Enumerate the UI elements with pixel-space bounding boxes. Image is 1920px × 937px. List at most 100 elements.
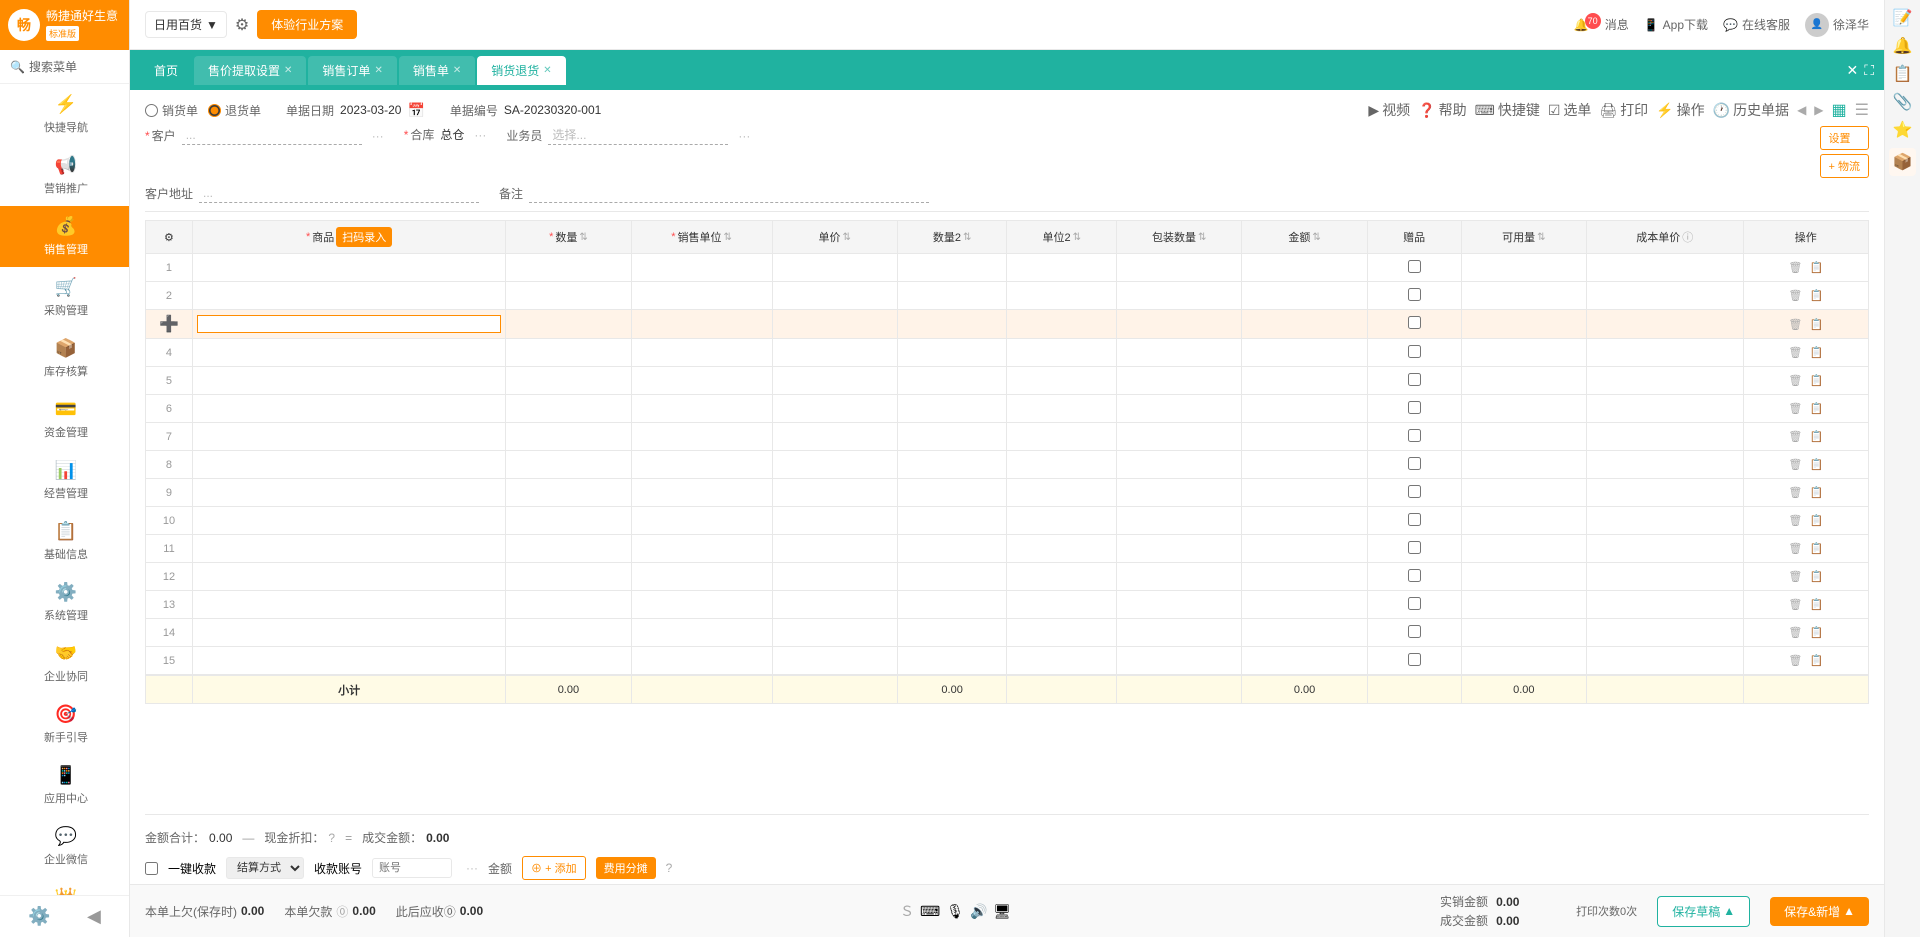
settings-side-btn[interactable]: 设置 — [1820, 126, 1869, 150]
pack-qty-cell[interactable] — [1117, 282, 1242, 310]
qty2-cell[interactable] — [897, 395, 1007, 423]
gift-checkbox[interactable] — [1408, 260, 1421, 273]
cost-price-cell[interactable] — [1586, 647, 1743, 675]
unit-cell[interactable] — [631, 310, 772, 339]
qty-cell[interactable] — [506, 423, 631, 451]
price-cell[interactable] — [772, 479, 897, 507]
sidebar-item-system[interactable]: ⚙️ 系统管理 — [0, 572, 129, 633]
unit-cell[interactable] — [631, 367, 772, 395]
sale-bill-radio[interactable]: 销货单 — [145, 102, 198, 119]
sidebar-item-basic[interactable]: 📋 基础信息 — [0, 511, 129, 572]
sidebar-item-member[interactable]: 👑 畅会员 — [0, 877, 129, 895]
product-cell[interactable] — [192, 367, 505, 395]
amount-cell[interactable] — [1242, 591, 1367, 619]
available-cell[interactable] — [1461, 423, 1586, 451]
price-cell[interactable] — [772, 423, 897, 451]
qty-cell[interactable] — [506, 507, 631, 535]
price-cell[interactable] — [772, 310, 897, 339]
copy-icon[interactable]: 📋 — [1809, 459, 1823, 471]
product-input[interactable] — [197, 315, 501, 333]
gift-cell[interactable] — [1367, 535, 1461, 563]
available-cell[interactable] — [1461, 535, 1586, 563]
sort-icon[interactable]: ⇅ — [723, 232, 731, 243]
price-cell[interactable] — [772, 451, 897, 479]
gift-cell[interactable] — [1367, 254, 1461, 282]
pack-qty-cell[interactable] — [1117, 479, 1242, 507]
copy-icon[interactable]: 📋 — [1809, 599, 1823, 611]
amount-cell[interactable] — [1242, 254, 1367, 282]
copy-icon[interactable]: 📋 — [1809, 375, 1823, 387]
pack-qty-cell[interactable] — [1117, 535, 1242, 563]
delete-icon[interactable]: 🗑 — [1788, 487, 1802, 499]
tab-home[interactable]: 首页 — [140, 56, 192, 85]
experience-btn[interactable]: 体验行业方案 — [257, 10, 357, 39]
unit2-cell[interactable] — [1007, 451, 1117, 479]
qty2-cell[interactable] — [897, 507, 1007, 535]
cost-price-cell[interactable] — [1586, 535, 1743, 563]
user-profile[interactable]: 👤 徐泽华 — [1805, 13, 1869, 37]
qty2-cell[interactable] — [897, 339, 1007, 367]
gift-cell[interactable] — [1367, 619, 1461, 647]
available-cell[interactable] — [1461, 591, 1586, 619]
gift-checkbox[interactable] — [1408, 316, 1421, 329]
pack-qty-cell[interactable] — [1117, 619, 1242, 647]
qty2-cell[interactable] — [897, 563, 1007, 591]
gift-checkbox[interactable] — [1408, 288, 1421, 301]
unit2-cell[interactable] — [1007, 479, 1117, 507]
product-cell[interactable] — [192, 535, 505, 563]
gift-checkbox[interactable] — [1408, 373, 1421, 386]
unit2-cell[interactable] — [1007, 339, 1117, 367]
amount-cell[interactable] — [1242, 282, 1367, 310]
qty-cell[interactable] — [506, 563, 631, 591]
delete-icon[interactable]: 🗑 — [1788, 431, 1802, 443]
unit-cell[interactable] — [631, 282, 772, 310]
gift-checkbox[interactable] — [1408, 597, 1421, 610]
shortcut-btn[interactable]: ⌨ 快捷键 — [1475, 100, 1540, 120]
gift-checkbox[interactable] — [1408, 401, 1421, 414]
qty-cell[interactable] — [506, 591, 631, 619]
topbar-settings-icon[interactable]: ⚙ — [235, 15, 249, 35]
grid-view-icon[interactable]: ▦ — [1832, 100, 1847, 120]
pack-qty-cell[interactable] — [1117, 647, 1242, 675]
cost-price-cell[interactable] — [1586, 451, 1743, 479]
save-draft-btn[interactable]: 保存草稿 ▲ — [1657, 896, 1750, 927]
product-cell[interactable] — [192, 254, 505, 282]
price-cell[interactable] — [772, 507, 897, 535]
help-btn[interactable]: ❓ 帮助 — [1418, 100, 1466, 120]
prev-record-icon[interactable]: ◀ — [1797, 103, 1806, 117]
cost-price-cell[interactable] — [1586, 254, 1743, 282]
unit-cell[interactable] — [631, 479, 772, 507]
qty-cell[interactable] — [506, 619, 631, 647]
product-cell[interactable] — [192, 479, 505, 507]
amount-cell[interactable] — [1242, 367, 1367, 395]
cost-price-cell[interactable] — [1586, 310, 1743, 339]
salesperson-dots[interactable]: ··· — [738, 129, 750, 143]
sidebar-item-wechat[interactable]: 💬 企业微信 — [0, 816, 129, 877]
unit2-cell[interactable] — [1007, 254, 1117, 282]
price-cell[interactable] — [772, 563, 897, 591]
unit-cell[interactable] — [631, 647, 772, 675]
gift-checkbox[interactable] — [1408, 485, 1421, 498]
available-cell[interactable] — [1461, 563, 1586, 591]
th-settings[interactable]: ⚙ — [146, 221, 193, 254]
gift-checkbox[interactable] — [1408, 569, 1421, 582]
gift-cell[interactable] — [1367, 339, 1461, 367]
sort-icon[interactable]: ⇅ — [1312, 232, 1320, 243]
sidebar-item-sales[interactable]: 💰 销售管理 — [0, 206, 129, 267]
return-bill-radio-input[interactable] — [208, 104, 221, 117]
unit-cell[interactable] — [631, 563, 772, 591]
available-cell[interactable] — [1461, 367, 1586, 395]
available-cell[interactable] — [1461, 395, 1586, 423]
copy-icon[interactable]: 📋 — [1809, 627, 1823, 639]
gift-cell[interactable] — [1367, 479, 1461, 507]
delete-icon[interactable]: 🗑 — [1788, 599, 1802, 611]
amount-cell[interactable] — [1242, 647, 1367, 675]
cost-price-cell[interactable] — [1586, 282, 1743, 310]
gift-cell[interactable] — [1367, 591, 1461, 619]
customer-input[interactable] — [182, 126, 362, 145]
cost-price-cell[interactable] — [1586, 507, 1743, 535]
sort-icon[interactable]: ⇅ — [963, 232, 971, 243]
price-cell[interactable] — [772, 395, 897, 423]
calendar-icon[interactable]: 📅 — [407, 102, 424, 119]
unit-cell[interactable] — [631, 423, 772, 451]
